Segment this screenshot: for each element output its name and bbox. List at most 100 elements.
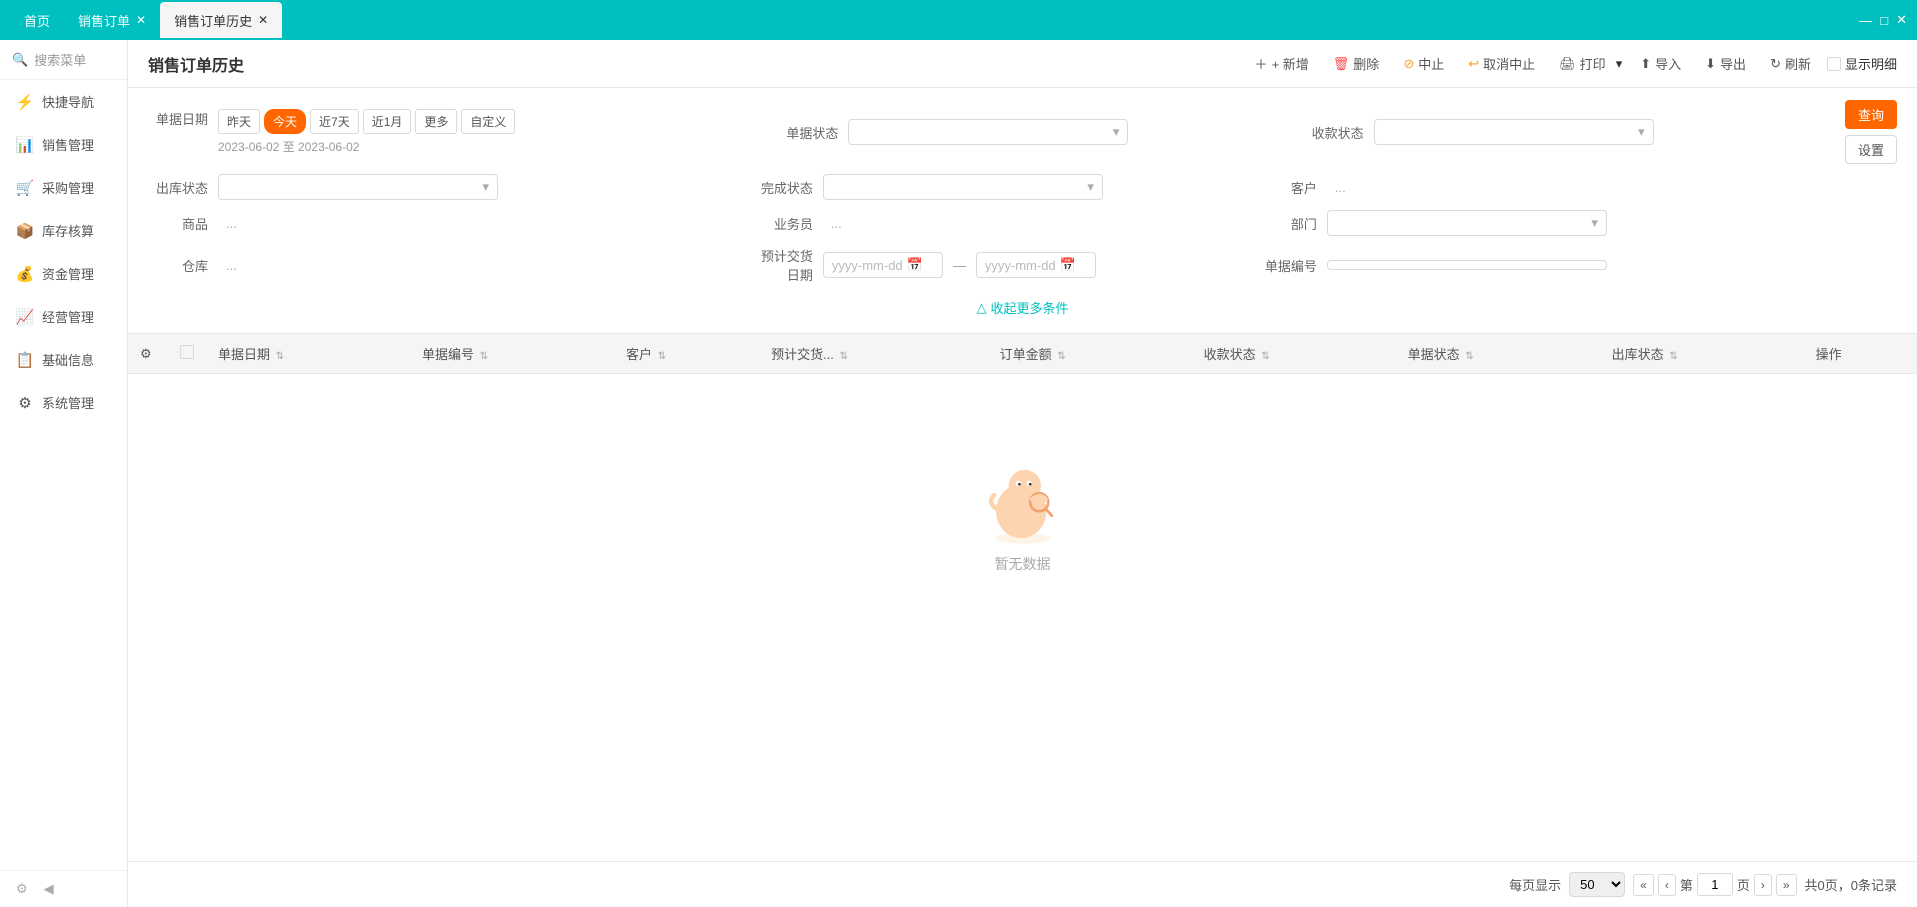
filter-dept: 部门 ▾: [1257, 210, 1761, 236]
sidebar-bottom: ⚙ ◀: [0, 870, 127, 907]
display-dense-toggle[interactable]: 显示明细: [1827, 54, 1897, 73]
dept-select[interactable]: ▾: [1327, 210, 1607, 236]
th-date: 单据日期 ⇅: [206, 334, 410, 374]
refresh-button[interactable]: ↻ 刷新: [1762, 50, 1819, 77]
date-btn-7days[interactable]: 近7天: [310, 109, 359, 134]
maximize-btn[interactable]: □: [1880, 13, 1888, 28]
expected-date-end[interactable]: yyyy-mm-dd 📅: [976, 252, 1096, 278]
status-arrow-icon: ▾: [1113, 124, 1120, 140]
display-dense-checkbox[interactable]: [1827, 57, 1841, 71]
sort-order-no-icon[interactable]: ⇅: [480, 351, 488, 362]
sidebar-settings-icon[interactable]: ⚙: [16, 881, 28, 897]
sidebar-item-basic-info[interactable]: 📋 基础信息: [0, 338, 127, 381]
operations-icon: 📈: [16, 308, 34, 326]
collapse-filter-btn[interactable]: △ 收起更多条件: [148, 294, 1897, 321]
sidebar-item-purchase[interactable]: 🛒 采购管理: [0, 166, 127, 209]
first-page-btn[interactable]: «: [1633, 874, 1654, 896]
last-page-btn[interactable]: »: [1776, 874, 1797, 896]
stop-button[interactable]: ⊘ 中止: [1395, 50, 1452, 77]
minimize-btn[interactable]: —: [1859, 13, 1872, 28]
tab-sales-order-history[interactable]: 销售订单历史 ✕: [160, 2, 282, 38]
complete-select[interactable]: ▾: [823, 174, 1103, 200]
toolbar: ＋ + 新增 🗑 删除 ⊘ 中止 ↩ 取消中止: [1247, 50, 1897, 77]
sidebar-item-basic-info-label: 基础信息: [42, 350, 94, 369]
display-dense-label: 显示明细: [1845, 54, 1897, 73]
print-dropdown-arrow[interactable]: ▾: [1614, 52, 1625, 76]
filter-order-no: 单据编号: [1257, 256, 1761, 275]
query-button[interactable]: 查询: [1845, 100, 1897, 129]
page-input[interactable]: [1697, 873, 1733, 896]
delete-icon: 🗑: [1333, 56, 1350, 72]
tab-sales-order-close[interactable]: ✕: [136, 14, 146, 26]
sidebar-item-sales[interactable]: 📊 销售管理: [0, 123, 127, 166]
th-order-status: 单据状态 ⇅: [1396, 334, 1600, 374]
export-button[interactable]: ⬇ 导出: [1697, 50, 1754, 77]
filter-row-1: 单据日期 昨天 今天 近7天 近1月 更多 自定义 2023-06-02 至 2…: [148, 100, 1897, 164]
sidebar-item-finance[interactable]: 💰 资金管理: [0, 252, 127, 295]
tab-sales-order[interactable]: 销售订单 ✕: [64, 2, 160, 38]
prev-page-btn[interactable]: ‹: [1658, 874, 1676, 896]
customer-dots[interactable]: ...: [1327, 180, 1354, 195]
salesperson-filter-label: 业务员: [753, 214, 823, 233]
sidebar-item-system-label: 系统管理: [42, 393, 94, 412]
th-outbound-status: 出库状态 ⇅: [1600, 334, 1804, 374]
expected-date-label: 预计交货日期: [753, 246, 823, 284]
add-icon: ＋: [1255, 54, 1268, 73]
refresh-icon: ↻: [1770, 56, 1781, 72]
status-select[interactable]: ▾: [848, 119, 1128, 145]
status-filter-label: 单据状态: [778, 123, 848, 142]
column-settings-icon[interactable]: ⚙: [140, 346, 152, 361]
sidebar-item-system[interactable]: ⚙ 系统管理: [0, 381, 127, 424]
export-icon: ⬇: [1705, 56, 1716, 72]
expected-date-start[interactable]: yyyy-mm-dd 📅: [823, 252, 943, 278]
sidebar-search[interactable]: 🔍 搜索菜单: [0, 40, 127, 80]
sidebar-item-operations[interactable]: 📈 经营管理: [0, 295, 127, 338]
salesperson-dots[interactable]: ...: [823, 216, 850, 231]
tab-home[interactable]: 首页: [10, 2, 64, 38]
tab-home-label: 首页: [24, 11, 50, 30]
import-button[interactable]: ⬆ 导入: [1632, 50, 1689, 77]
product-dots[interactable]: ...: [218, 216, 245, 231]
sort-payment-icon[interactable]: ⇅: [1261, 351, 1269, 362]
sidebar-item-quick-nav-label: 快捷导航: [42, 92, 94, 111]
date-btn-more[interactable]: 更多: [415, 109, 457, 134]
next-page-btn[interactable]: ›: [1754, 874, 1772, 896]
warehouse-dots[interactable]: ...: [218, 258, 245, 273]
date-btn-today[interactable]: 今天: [264, 109, 306, 134]
print-icon: 🖨: [1559, 56, 1576, 72]
filter-complete: 完成状态 ▾: [753, 174, 1257, 200]
sidebar-item-quick-nav[interactable]: ⚡ 快捷导航: [0, 80, 127, 123]
filter-row-4: 仓库 ... 预计交货日期 yyyy-mm-dd 📅 — yyyy-mm-dd …: [148, 246, 1897, 284]
th-expected-date: 预计交货... ⇅: [759, 334, 988, 374]
per-page-label: 每页显示: [1509, 875, 1561, 894]
page-title: 销售订单历史: [148, 52, 1247, 76]
sort-customer-icon[interactable]: ⇅: [658, 351, 666, 362]
print-button[interactable]: 🖨 打印: [1551, 50, 1614, 77]
sort-expected-date-icon[interactable]: ⇅: [840, 351, 848, 362]
settings-button[interactable]: 设置: [1845, 135, 1897, 164]
outbound-select[interactable]: ▾: [218, 174, 498, 200]
delete-button[interactable]: 🗑 删除: [1325, 50, 1388, 77]
date-btn-1month[interactable]: 近1月: [363, 109, 412, 134]
tab-sales-order-history-close[interactable]: ✕: [258, 14, 268, 26]
close-btn[interactable]: ✕: [1896, 12, 1907, 28]
filter-customer: 客户 ...: [1257, 178, 1761, 197]
sidebar-collapse-icon[interactable]: ◀: [44, 881, 54, 897]
sort-order-status-icon[interactable]: ⇅: [1465, 351, 1473, 362]
date-btn-custom[interactable]: 自定义: [461, 109, 515, 134]
sort-amount-icon[interactable]: ⇅: [1057, 351, 1065, 362]
sort-date-icon[interactable]: ⇅: [276, 351, 284, 362]
payment-select[interactable]: ▾: [1374, 119, 1654, 145]
date-separator: —: [947, 258, 972, 273]
sort-outbound-icon[interactable]: ⇅: [1669, 351, 1677, 362]
cancel-stop-button[interactable]: ↩ 取消中止: [1460, 50, 1543, 77]
select-all-checkbox[interactable]: [180, 345, 194, 359]
page-size-select[interactable]: 50 10 20 100: [1569, 872, 1625, 897]
add-button[interactable]: ＋ + 新增: [1247, 50, 1317, 77]
date-btn-yesterday[interactable]: 昨天: [218, 109, 260, 134]
th-outbound-status-label: 出库状态: [1612, 347, 1664, 362]
order-no-input[interactable]: [1327, 260, 1607, 270]
th-action: 操作: [1804, 334, 1917, 374]
product-filter-label: 商品: [148, 214, 218, 233]
sidebar-item-inventory[interactable]: 📦 库存核算: [0, 209, 127, 252]
